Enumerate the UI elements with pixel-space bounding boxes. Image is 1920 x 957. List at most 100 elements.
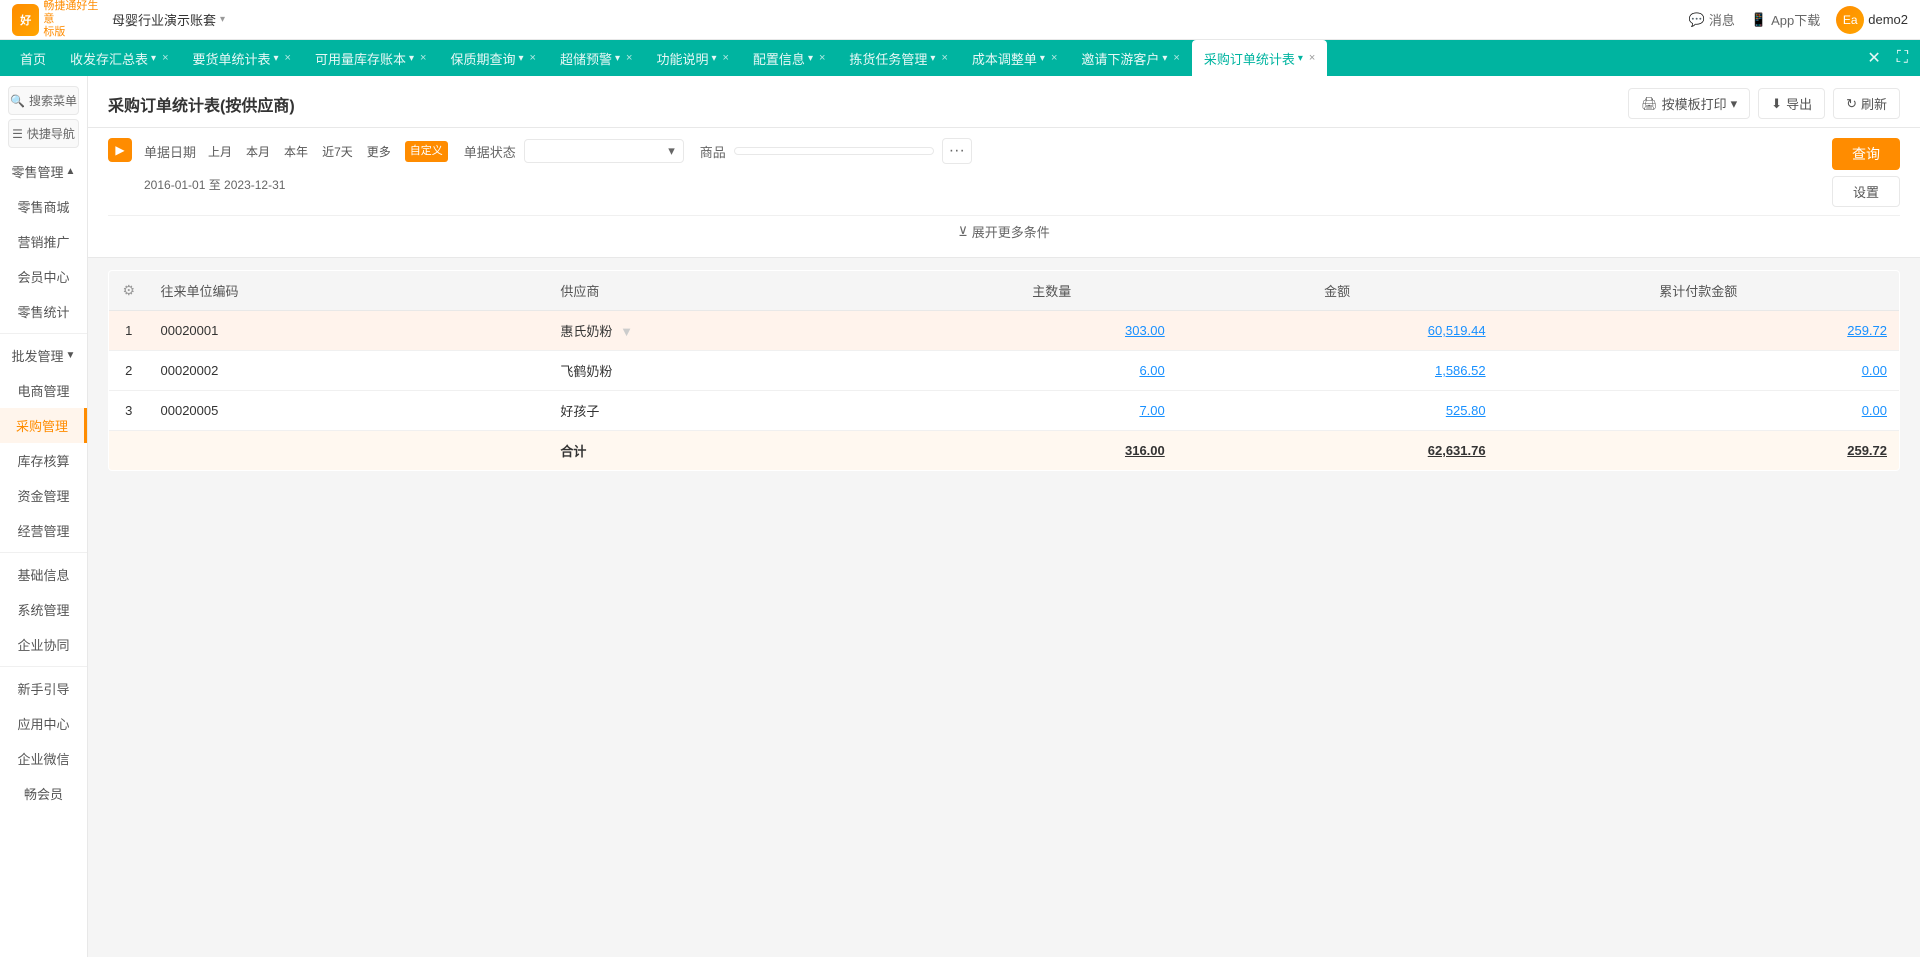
cell-paid[interactable]: 0.00 [1498, 391, 1900, 431]
tab-function-desc[interactable]: 功能说明 ▾ × [644, 40, 740, 76]
goods-filter-group: 商品 ··· [700, 138, 972, 164]
sidebar-divider-3 [0, 666, 87, 667]
filter-settings-btn[interactable]: 设置 [1832, 176, 1900, 207]
cell-amount[interactable]: 60,519.44 [1177, 311, 1498, 351]
tab-close-icon[interactable]: × [722, 52, 728, 64]
expand-icon: ▼ [66, 350, 76, 361]
sidebar-item-vip[interactable]: 畅会员 [0, 776, 87, 811]
message-btn[interactable]: 💬 消息 [1689, 10, 1735, 29]
th-code: 往来单位编码 [149, 271, 549, 311]
filter-toggle-btn[interactable]: ▶ [108, 138, 132, 162]
tab-close-icon[interactable]: × [530, 52, 536, 64]
sidebar-item-system-manage[interactable]: 系统管理 [0, 592, 87, 627]
sidebar-item-marketing[interactable]: 营销推广 [0, 224, 87, 259]
filter-action-buttons: 查询 设置 [1832, 138, 1900, 207]
tab-close-icon[interactable]: × [1309, 52, 1315, 64]
cell-supplier: 好孩子 [548, 391, 926, 431]
status-select[interactable]: ▾ [524, 139, 684, 163]
top-bar: 好 畅捷通好生意 标版 母婴行业演示账套 ▾ 💬 消息 📱 App下载 Ea d… [0, 0, 1920, 40]
cell-code: 00020002 [149, 351, 549, 391]
shortcut-prev-month[interactable]: 上月 [204, 141, 236, 162]
tab-cost-adjust[interactable]: 成本调整单 ▾ × [960, 40, 1069, 76]
sidebar-item-retail-mall[interactable]: 零售商城 [0, 189, 87, 224]
sidebar-item-ecommerce-manage[interactable]: 电商管理 [0, 373, 87, 408]
refresh-btn[interactable]: ↻ 刷新 [1833, 88, 1900, 119]
close-all-tabs-btn[interactable]: ✕ [1863, 48, 1884, 68]
cell-qty[interactable]: 7.00 [927, 391, 1177, 431]
tab-close-icon[interactable]: × [420, 52, 426, 64]
sidebar-item-finance-manage[interactable]: 资金管理 [0, 478, 87, 513]
tab-collect-send[interactable]: 收发存汇总表 ▾ × [58, 40, 180, 76]
expand-more-btn[interactable]: ⊻ 展开更多条件 [108, 215, 1900, 247]
select-arrow-icon: ▾ [668, 143, 675, 159]
app-download-icon: 📱 [1751, 12, 1767, 28]
tab-arrow-icon: ▾ [930, 53, 935, 64]
tab-available-stock[interactable]: 可用量库存账本 ▾ × [303, 40, 438, 76]
shortcut-7days[interactable]: 近7天 [318, 141, 357, 162]
tab-close-icon[interactable]: × [626, 52, 632, 64]
app-download-btn[interactable]: 📱 App下载 [1751, 10, 1820, 29]
content-area: 采购订单统计表(按供应商) 🖨 按模板打印 ▾ ⬇ 导出 ↻ 刷新 [88, 76, 1920, 957]
cell-paid[interactable]: 259.72 [1498, 311, 1900, 351]
footer-qty: 316.00 [927, 431, 1177, 471]
page-header: 采购订单统计表(按供应商) 🖨 按模板打印 ▾ ⬇ 导出 ↻ 刷新 [88, 76, 1920, 128]
goods-input[interactable] [734, 147, 934, 155]
shortcut-this-month[interactable]: 本月 [242, 141, 274, 162]
sidebar-item-basic-info[interactable]: 基础信息 [0, 557, 87, 592]
quick-nav-btn[interactable]: ☰ 快捷导航 [8, 119, 79, 148]
cell-amount[interactable]: 525.80 [1177, 391, 1498, 431]
tab-order-stats[interactable]: 要货单统计表 ▾ × [181, 40, 303, 76]
export-btn[interactable]: ⬇ 导出 [1758, 88, 1825, 119]
export-icon: ⬇ [1771, 96, 1782, 112]
tab-close-icon[interactable]: × [162, 52, 168, 64]
cell-amount[interactable]: 1,586.52 [1177, 351, 1498, 391]
user-profile[interactable]: Ea demo2 [1836, 6, 1908, 34]
tab-warranty[interactable]: 保质期查询 ▾ × [438, 40, 547, 76]
tab-overstock-warn[interactable]: 超储预警 ▾ × [548, 40, 644, 76]
workspace-arrow-icon: ▾ [220, 14, 225, 25]
print-btn[interactable]: 🖨 按模板打印 ▾ [1628, 88, 1750, 119]
sidebar-item-new-guide[interactable]: 新手引导 [0, 671, 87, 706]
sidebar-item-wholesale-manage[interactable]: 批发管理 ▼ [0, 338, 87, 373]
tab-pick-task[interactable]: 拣货任务管理 ▾ × [837, 40, 959, 76]
tab-close-icon[interactable]: × [819, 52, 825, 64]
tab-arrow-icon: ▾ [711, 53, 716, 64]
table-footer-row: 合计 316.00 62,631.76 259.72 [109, 431, 1900, 471]
supplier-expand-icon: ▼ [620, 324, 633, 339]
shortcut-more[interactable]: 更多 [363, 141, 395, 162]
tab-purchase-stats[interactable]: 采购订单统计表 ▾ × [1192, 40, 1327, 76]
sidebar-search-btn[interactable]: 🔍 搜索菜单 [8, 86, 79, 115]
workspace-selector[interactable]: 母婴行业演示账套 ▾ [112, 10, 229, 29]
cell-qty[interactable]: 6.00 [927, 351, 1177, 391]
sidebar-item-enterprise-collab[interactable]: 企业协同 [0, 627, 87, 662]
fullscreen-btn[interactable]: ⛶ [1893, 49, 1912, 67]
status-filter-group: 单据状态 ▾ [464, 139, 684, 163]
sidebar-item-ops-manage[interactable]: 经营管理 [0, 513, 87, 548]
sidebar-item-purchase-manage[interactable]: 采购管理 [0, 408, 87, 443]
cell-paid[interactable]: 0.00 [1498, 351, 1900, 391]
table-settings-icon[interactable]: ⚙ [122, 282, 135, 298]
th-settings: ⚙ [109, 271, 149, 311]
sidebar-item-app-center[interactable]: 应用中心 [0, 706, 87, 741]
cell-supplier: 惠氏奶粉 ▼ [548, 311, 926, 351]
tab-close-icon[interactable]: × [941, 52, 947, 64]
tab-home[interactable]: 首页 [8, 40, 58, 76]
tab-close-icon[interactable]: × [1173, 52, 1179, 64]
tab-close-icon[interactable]: × [1051, 52, 1057, 64]
nav-icon: ☰ [12, 127, 23, 141]
tab-close-icon[interactable]: × [285, 52, 291, 64]
tab-config-info[interactable]: 配置信息 ▾ × [741, 40, 837, 76]
query-btn[interactable]: 查询 [1832, 138, 1900, 170]
sidebar-item-retail-stats[interactable]: 零售统计 [0, 294, 87, 329]
sidebar-item-enterprise-wechat[interactable]: 企业微信 [0, 741, 87, 776]
cell-qty[interactable]: 303.00 [927, 311, 1177, 351]
custom-badge: 自定义 [405, 141, 448, 162]
sidebar-item-retail-manage[interactable]: 零售管理 ▲ [0, 154, 87, 189]
shortcut-this-year[interactable]: 本年 [280, 141, 312, 162]
sidebar-item-member-center[interactable]: 会员中心 [0, 259, 87, 294]
tab-invite-downstream[interactable]: 邀请下游客户 ▾ × [1069, 40, 1191, 76]
sidebar-item-inventory-check[interactable]: 库存核算 [0, 443, 87, 478]
refresh-icon: ↻ [1846, 96, 1857, 112]
goods-ellipsis-btn[interactable]: ··· [942, 138, 972, 164]
tab-arrow-icon: ▾ [274, 53, 279, 64]
